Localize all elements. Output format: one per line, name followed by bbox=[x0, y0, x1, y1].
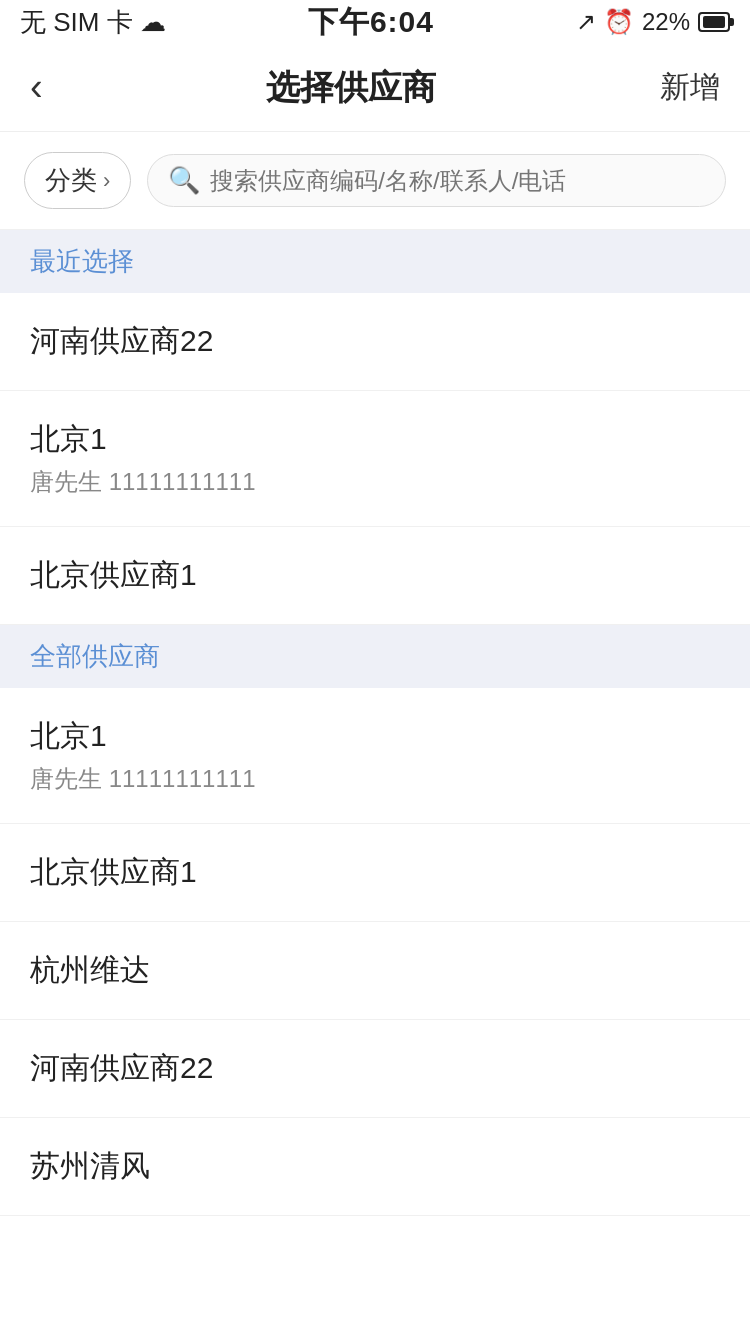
list-item[interactable]: 河南供应商22 bbox=[0, 293, 750, 391]
all-list: 北京1 唐先生 11111111111 北京供应商1 杭州维达河南供应商22 苏州清… bbox=[0, 688, 750, 1216]
category-button[interactable]: 分类 › bbox=[24, 152, 131, 209]
search-box: 🔍 bbox=[147, 154, 726, 207]
back-button[interactable]: ‹ bbox=[20, 56, 53, 119]
list-item[interactable]: 杭州维达 bbox=[0, 922, 750, 1020]
nav-bar: ‹ 选择供应商 新增 bbox=[0, 44, 750, 132]
filter-bar: 分类 › 🔍 bbox=[0, 132, 750, 230]
status-bar: 无 SIM 卡 ☁ 下午6:04 ↗ ⏰ 22% bbox=[0, 0, 750, 44]
item-sub: 唐先生 11111111111 bbox=[30, 466, 720, 498]
list-item[interactable]: 北京1 唐先生 11111111111 bbox=[0, 391, 750, 527]
list-item[interactable]: 苏州清风 bbox=[0, 1118, 750, 1216]
status-left: 无 SIM 卡 ☁ bbox=[20, 5, 166, 40]
battery-icon bbox=[698, 12, 730, 32]
all-section-header: 全部供应商 bbox=[0, 625, 750, 688]
location-icon: ↗ bbox=[576, 8, 596, 36]
search-icon: 🔍 bbox=[168, 165, 200, 196]
list-item[interactable]: 北京1 唐先生 11111111111 bbox=[0, 688, 750, 824]
item-name: 北京供应商1 bbox=[30, 555, 720, 596]
status-time: 下午6:04 bbox=[308, 2, 434, 43]
item-name: 苏州清风 bbox=[30, 1146, 720, 1187]
add-button[interactable]: 新增 bbox=[660, 67, 720, 108]
list-item[interactable]: 河南供应商22 bbox=[0, 1020, 750, 1118]
list-item[interactable]: 北京供应商1 bbox=[0, 527, 750, 625]
battery-percent: 22% bbox=[642, 8, 690, 36]
item-name: 河南供应商22 bbox=[30, 321, 720, 362]
recent-section-header: 最近选择 bbox=[0, 230, 750, 293]
status-right: ↗ ⏰ 22% bbox=[576, 8, 730, 36]
recent-list: 河南供应商22 北京1 唐先生 11111111111 北京供应商1 bbox=[0, 293, 750, 625]
item-name: 北京1 bbox=[30, 419, 720, 460]
item-name: 杭州维达 bbox=[30, 950, 720, 991]
chevron-right-icon: › bbox=[103, 168, 110, 194]
page-title: 选择供应商 bbox=[266, 65, 436, 111]
category-label: 分类 bbox=[45, 163, 97, 198]
item-name: 北京1 bbox=[30, 716, 720, 757]
item-name: 北京供应商1 bbox=[30, 852, 720, 893]
no-sim-label: 无 SIM 卡 ☁ bbox=[20, 5, 166, 40]
list-item[interactable]: 北京供应商1 bbox=[0, 824, 750, 922]
item-sub: 唐先生 11111111111 bbox=[30, 763, 720, 795]
alarm-icon: ⏰ bbox=[604, 8, 634, 36]
item-name: 河南供应商22 bbox=[30, 1048, 720, 1089]
search-input[interactable] bbox=[210, 167, 705, 195]
